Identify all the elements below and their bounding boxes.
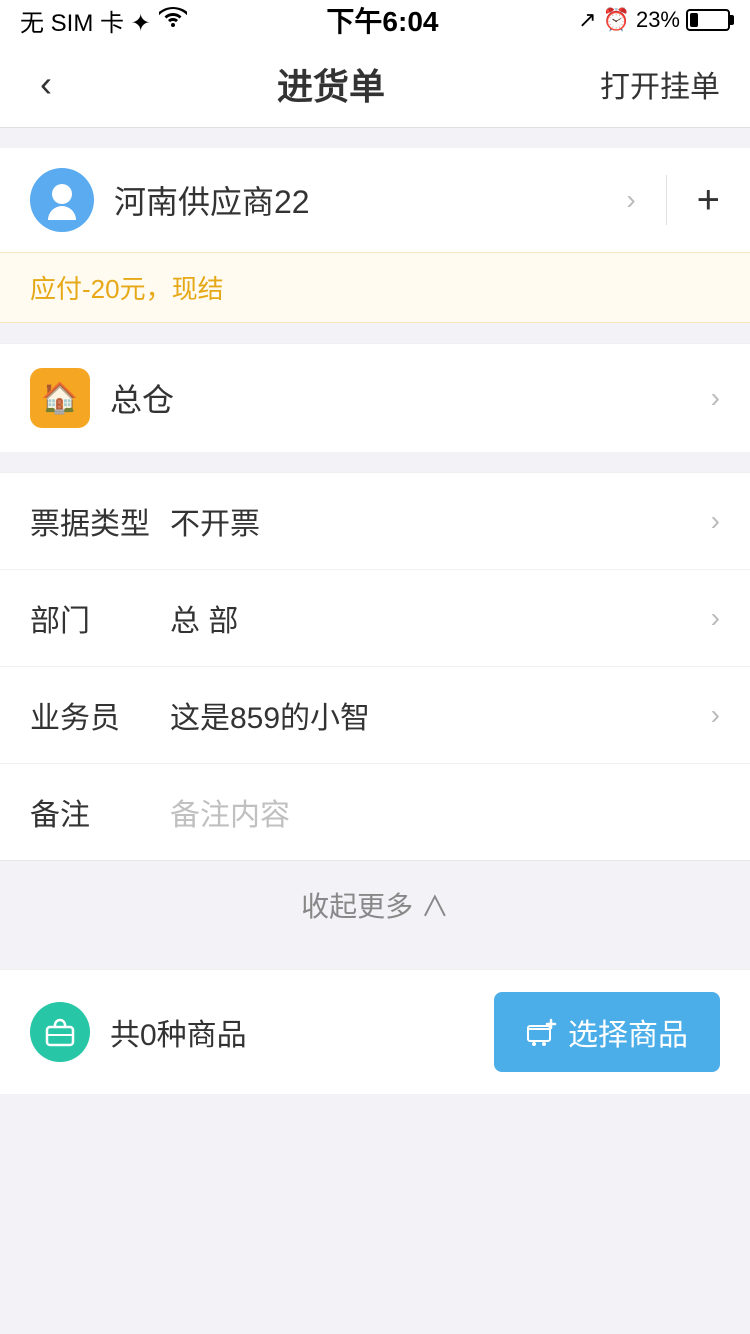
add-supplier-button[interactable]: +	[697, 178, 720, 223]
battery-text: 23%	[636, 7, 680, 33]
cart-plus-icon	[526, 1018, 558, 1046]
signal-text: 无 SIM 卡 ✦	[20, 3, 151, 38]
department-row[interactable]: 部门 总 部 ›	[0, 569, 750, 666]
salesperson-label: 业务员	[30, 693, 170, 737]
select-product-label: 选择商品	[568, 1010, 688, 1054]
shopping-bag-icon	[43, 1015, 77, 1049]
warehouse-name: 总仓	[110, 375, 711, 421]
salesperson-value: 这是859的小智	[170, 693, 711, 737]
warehouse-arrow-icon: ›	[711, 382, 720, 414]
salesperson-arrow-icon: ›	[711, 699, 720, 731]
remark-row[interactable]: 备注 备注内容	[0, 763, 750, 860]
product-row: 共0种商品 选择商品	[0, 969, 750, 1094]
warehouse-icon-wrap: 🏠	[30, 368, 90, 428]
warehouse-row[interactable]: 🏠 总仓 ›	[0, 343, 750, 452]
supplier-row[interactable]: 河南供应商22 › +	[0, 148, 750, 252]
supplier-section: 河南供应商22 › + 应付-20元，现结	[0, 148, 750, 323]
remark-input[interactable]: 备注内容	[170, 790, 720, 834]
supplier-divider	[666, 175, 667, 225]
warehouse-icon: 🏠	[41, 381, 78, 416]
product-section: 共0种商品 选择商品	[0, 969, 750, 1094]
wifi-icon	[159, 6, 187, 34]
collapse-row[interactable]: 收起更多 ∧	[0, 860, 750, 949]
gap-3	[0, 452, 750, 472]
back-button[interactable]: ‹	[30, 53, 62, 115]
gap-4	[0, 949, 750, 969]
invoice-type-value: 不开票	[170, 499, 711, 543]
form-section: 票据类型 不开票 › 部门 总 部 › 业务员 这是859的小智 › 备注 备注…	[0, 472, 750, 860]
location-icon: ↗	[578, 7, 596, 33]
status-left: 无 SIM 卡 ✦	[20, 3, 187, 38]
person-icon	[46, 184, 78, 216]
nav-bar: ‹ 进货单 打开挂单	[0, 40, 750, 128]
product-count: 共0种商品	[110, 1010, 494, 1054]
product-icon-wrap	[30, 1002, 90, 1062]
status-right: ↗ ⏰ 23%	[578, 7, 730, 33]
invoice-type-arrow-icon: ›	[711, 505, 720, 537]
department-arrow-icon: ›	[711, 602, 720, 634]
gap-1	[0, 128, 750, 148]
salesperson-row[interactable]: 业务员 这是859的小智 ›	[0, 666, 750, 763]
gap-2	[0, 323, 750, 343]
department-label: 部门	[30, 596, 170, 640]
notice-bar: 应付-20元，现结	[0, 252, 750, 323]
remark-label: 备注	[30, 790, 170, 834]
status-bar: 无 SIM 卡 ✦ 下午6:04 ↗ ⏰ 23%	[0, 0, 750, 40]
supplier-name: 河南供应商22	[114, 177, 626, 223]
warehouse-section: 🏠 总仓 ›	[0, 343, 750, 452]
supplier-arrow-icon: ›	[626, 184, 635, 216]
open-pending-button[interactable]: 打开挂单	[600, 62, 720, 106]
alarm-icon: ⏰	[603, 7, 630, 33]
battery-icon	[686, 9, 730, 31]
select-product-button[interactable]: 选择商品	[494, 992, 720, 1072]
page-title: 进货单	[277, 58, 385, 110]
invoice-type-row[interactable]: 票据类型 不开票 ›	[0, 472, 750, 569]
status-time: 下午6:04	[326, 0, 438, 40]
department-value: 总 部	[170, 596, 711, 640]
supplier-avatar	[30, 168, 94, 232]
invoice-type-label: 票据类型	[30, 499, 170, 543]
